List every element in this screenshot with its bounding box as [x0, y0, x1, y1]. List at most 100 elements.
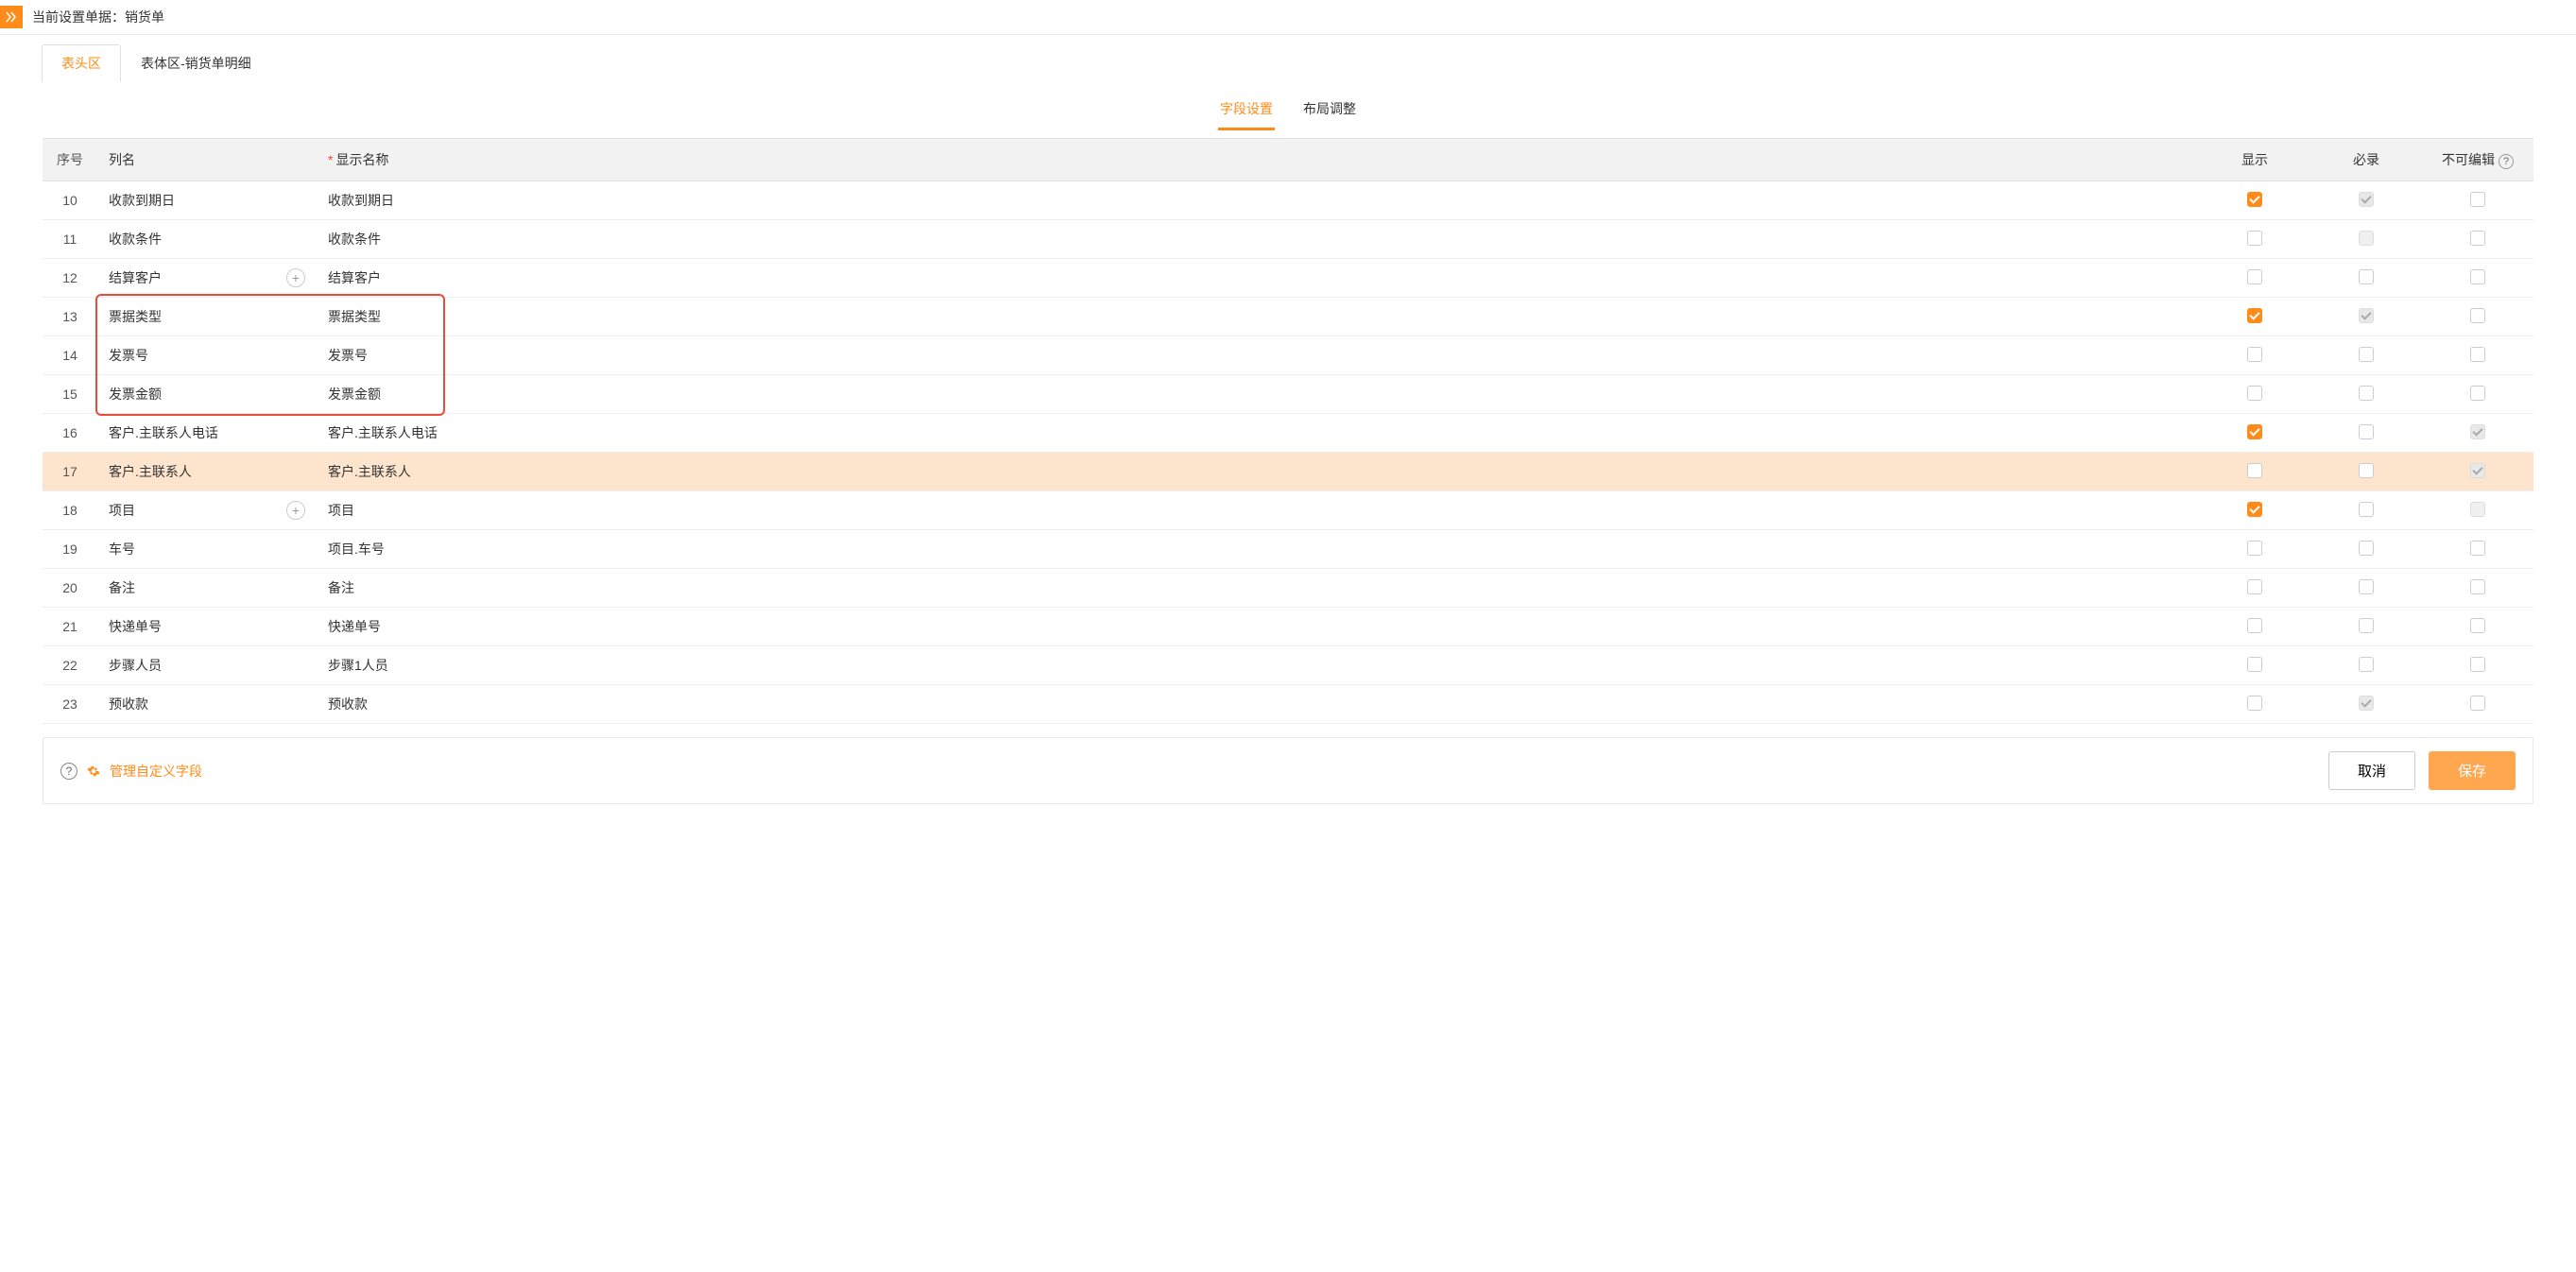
- row-display-name[interactable]: 发票号: [317, 336, 2199, 375]
- checkbox-readonly[interactable]: [2470, 192, 2485, 207]
- col-header-name: 列名: [97, 139, 317, 181]
- checkbox-readonly[interactable]: [2470, 541, 2485, 556]
- help-icon[interactable]: ?: [2499, 154, 2514, 169]
- checkbox-required[interactable]: [2359, 386, 2374, 401]
- checkbox-show[interactable]: [2247, 231, 2262, 246]
- checkbox-readonly[interactable]: [2470, 386, 2485, 401]
- table-row: 22步骤人员步骤1人员: [43, 646, 2533, 685]
- row-index: 18: [43, 491, 97, 530]
- cancel-button[interactable]: 取消: [2328, 751, 2415, 790]
- checkbox-required[interactable]: [2359, 347, 2374, 362]
- checkbox-required[interactable]: [2359, 618, 2374, 633]
- manage-custom-fields-link[interactable]: 管理自定义字段: [110, 762, 202, 781]
- checkbox-readonly[interactable]: [2470, 579, 2485, 594]
- row-index: 19: [43, 530, 97, 569]
- row-column-name: 票据类型: [97, 298, 317, 336]
- row-display-name[interactable]: 项目.车号: [317, 530, 2199, 569]
- table-row: 18项目+项目: [43, 491, 2533, 530]
- sub-tabs: 字段设置布局调整: [0, 82, 2576, 130]
- col-header-display: *显示名称: [317, 139, 2199, 181]
- checkbox-required[interactable]: [2359, 579, 2374, 594]
- row-column-name: 发票号: [97, 336, 317, 375]
- col-header-show: 显示: [2199, 139, 2310, 181]
- checkbox-readonly[interactable]: [2470, 618, 2485, 633]
- sub-tab-1[interactable]: 布局调整: [1301, 94, 1358, 130]
- row-index: 10: [43, 181, 97, 220]
- add-subfield-button[interactable]: +: [286, 268, 305, 287]
- checkbox-readonly[interactable]: [2470, 269, 2485, 284]
- checkbox-readonly[interactable]: [2470, 308, 2485, 323]
- row-display-name[interactable]: 票据类型: [317, 298, 2199, 336]
- row-index: 13: [43, 298, 97, 336]
- row-column-name: 客户.主联系人: [97, 453, 317, 491]
- top-bar: 当前设置单据：销货单: [0, 0, 2576, 35]
- row-display-name[interactable]: 收款条件: [317, 220, 2199, 259]
- row-index: 11: [43, 220, 97, 259]
- checkbox-show[interactable]: [2247, 657, 2262, 672]
- checkbox-show[interactable]: [2247, 463, 2262, 478]
- checkbox-show[interactable]: [2247, 386, 2262, 401]
- checkbox-show[interactable]: [2247, 269, 2262, 284]
- row-column-name: 发票金额: [97, 375, 317, 414]
- checkbox-readonly[interactable]: [2470, 347, 2485, 362]
- area-tab-1[interactable]: 表体区-销货单明细: [121, 44, 271, 82]
- row-display-name[interactable]: 项目: [317, 491, 2199, 530]
- checkbox-show[interactable]: [2247, 502, 2262, 517]
- checkbox-required: [2359, 308, 2374, 323]
- row-index: 16: [43, 414, 97, 453]
- checkbox-readonly[interactable]: [2470, 657, 2485, 672]
- checkbox-show[interactable]: [2247, 618, 2262, 633]
- add-subfield-button[interactable]: +: [286, 501, 305, 520]
- table-row: 19车号项目.车号: [43, 530, 2533, 569]
- row-display-name[interactable]: 客户.主联系人: [317, 453, 2199, 491]
- table-row: 15发票金额发票金额: [43, 375, 2533, 414]
- row-display-name[interactable]: 快递单号: [317, 608, 2199, 646]
- row-column-name: 收款条件: [97, 220, 317, 259]
- checkbox-show[interactable]: [2247, 347, 2262, 362]
- sub-tab-0[interactable]: 字段设置: [1218, 94, 1275, 130]
- row-display-name[interactable]: 收款到期日: [317, 181, 2199, 220]
- checkbox-required[interactable]: [2359, 657, 2374, 672]
- table-row: 13票据类型票据类型: [43, 298, 2533, 336]
- row-column-name: 项目+: [97, 491, 317, 530]
- question-icon[interactable]: ?: [60, 763, 77, 780]
- checkbox-required[interactable]: [2359, 541, 2374, 556]
- table-row: 10收款到期日收款到期日: [43, 181, 2533, 220]
- checkbox-readonly: [2470, 463, 2485, 478]
- expand-sidebar-button[interactable]: [0, 6, 23, 28]
- checkbox-show[interactable]: [2247, 192, 2262, 207]
- checkbox-readonly[interactable]: [2470, 696, 2485, 711]
- area-tab-0[interactable]: 表头区: [42, 44, 121, 82]
- row-column-name: 客户.主联系人电话: [97, 414, 317, 453]
- checkbox-required[interactable]: [2359, 463, 2374, 478]
- row-index: 17: [43, 453, 97, 491]
- current-doc-label: 当前设置单据：销货单: [32, 8, 164, 26]
- checkbox-show[interactable]: [2247, 579, 2262, 594]
- save-button[interactable]: 保存: [2429, 751, 2516, 790]
- row-column-name: 结算客户+: [97, 259, 317, 298]
- checkbox-required[interactable]: [2359, 424, 2374, 439]
- checkbox-show[interactable]: [2247, 541, 2262, 556]
- row-display-name[interactable]: 结算客户: [317, 259, 2199, 298]
- row-column-name: 步骤人员: [97, 646, 317, 685]
- checkbox-readonly: [2470, 502, 2485, 517]
- checkbox-show[interactable]: [2247, 308, 2262, 323]
- row-display-name[interactable]: 客户.主联系人电话: [317, 414, 2199, 453]
- row-display-name[interactable]: 发票金额: [317, 375, 2199, 414]
- chevron-double-right-icon: [6, 11, 17, 23]
- row-display-name[interactable]: 备注: [317, 569, 2199, 608]
- checkbox-readonly[interactable]: [2470, 231, 2485, 246]
- footer-bar: ? 管理自定义字段 取消 保存: [43, 737, 2533, 804]
- table-row: 16客户.主联系人电话客户.主联系人电话: [43, 414, 2533, 453]
- row-display-name[interactable]: 预收款: [317, 685, 2199, 724]
- row-display-name[interactable]: 步骤1人员: [317, 646, 2199, 685]
- checkbox-show[interactable]: [2247, 696, 2262, 711]
- table-row: 12结算客户+结算客户: [43, 259, 2533, 298]
- checkbox-required[interactable]: [2359, 502, 2374, 517]
- table-row: 14发票号发票号: [43, 336, 2533, 375]
- row-index: 15: [43, 375, 97, 414]
- checkbox-required[interactable]: [2359, 269, 2374, 284]
- table-row: 11收款条件收款条件: [43, 220, 2533, 259]
- area-tabs: 表头区表体区-销货单明细: [0, 35, 2576, 82]
- checkbox-show[interactable]: [2247, 424, 2262, 439]
